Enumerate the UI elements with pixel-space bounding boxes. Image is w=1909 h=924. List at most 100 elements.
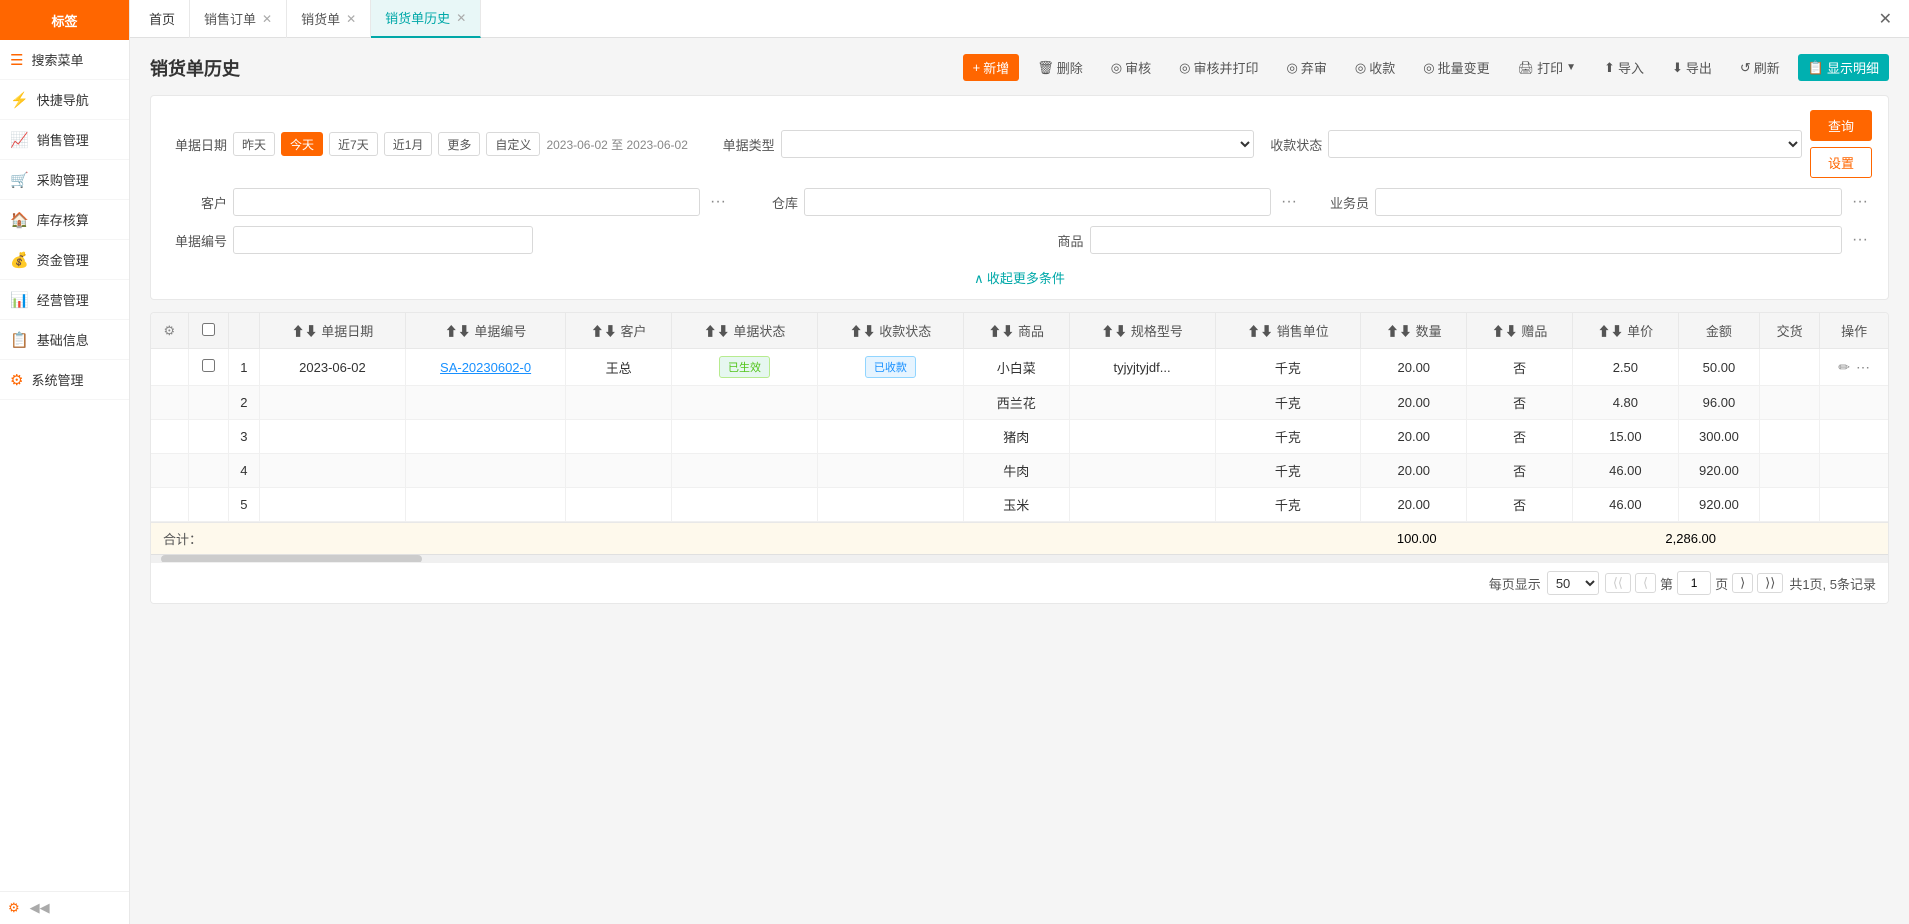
- docstatus-column-header[interactable]: ⬆⬇ 单据状态: [672, 313, 818, 349]
- collect-button[interactable]: ◎ 收款: [1345, 54, 1405, 81]
- sidebar-item-label: 采购管理: [37, 170, 89, 189]
- tab-close-sales-order[interactable]: ✕: [262, 12, 272, 26]
- goods-column-header[interactable]: ⬆⬇ 商品: [963, 313, 1069, 349]
- sidebar-collapse-icon[interactable]: ◀◀: [30, 900, 50, 916]
- review-button[interactable]: ◎ 审核: [1101, 54, 1161, 81]
- qty-cell: 20.00: [1361, 386, 1467, 420]
- sidebar-item-operations-mgmt[interactable]: 📊 经营管理: [0, 280, 129, 320]
- staff-dots-btn[interactable]: ···: [1848, 193, 1872, 211]
- type-select[interactable]: [781, 130, 1255, 158]
- sidebar-item-label: 经营管理: [37, 290, 89, 309]
- amount-column-header: 金额: [1678, 313, 1759, 349]
- row-checkbox-cell: [188, 386, 228, 420]
- customer-dots-btn[interactable]: ···: [706, 193, 730, 211]
- next-page-btn[interactable]: ⟩: [1732, 573, 1753, 593]
- sidebar-item-purchase-mgmt[interactable]: 🛒 采购管理: [0, 160, 129, 200]
- first-page-btn[interactable]: ⟨⟨: [1605, 573, 1631, 593]
- gear-column-header[interactable]: ⚙: [151, 313, 188, 349]
- paystatus-column-header[interactable]: ⬆⬇ 收款状态: [817, 313, 963, 349]
- gear-cell: [151, 349, 188, 386]
- sidebar-item-basic-info[interactable]: 📋 基础信息: [0, 320, 129, 360]
- prev-page-btn[interactable]: ⟨: [1635, 573, 1656, 593]
- table-row: 2 西兰花 千克 20.00 否 4.80 96.00: [151, 386, 1888, 420]
- select-all-checkbox[interactable]: [202, 323, 215, 336]
- price-column-header[interactable]: ⬆⬇ 单价: [1572, 313, 1678, 349]
- row-checkbox-cell: [188, 454, 228, 488]
- row-checkbox[interactable]: [202, 359, 215, 372]
- per-page-select[interactable]: 50 100 200: [1547, 571, 1599, 595]
- date-btn-yesterday[interactable]: 昨天: [233, 132, 275, 156]
- doc-no-input[interactable]: [233, 226, 533, 254]
- edit-icon[interactable]: ✏: [1838, 359, 1850, 376]
- tab-home[interactable]: 首页: [135, 0, 190, 38]
- inventory-icon: 🏠: [10, 211, 29, 229]
- filter-staff: 业务员 ···: [1309, 188, 1872, 216]
- docno-column-header[interactable]: ⬆⬇ 单据编号: [405, 313, 565, 349]
- print-button[interactable]: 🖨 打印 ▼: [1508, 54, 1586, 81]
- date-btn-7days[interactable]: 近7天: [329, 132, 378, 156]
- sidebar-item-sales-mgmt[interactable]: 📈 销售管理: [0, 120, 129, 160]
- date-btn-more[interactable]: 更多: [438, 132, 480, 156]
- tab-sales-invoice[interactable]: 销货单 ✕: [287, 0, 371, 38]
- import-button[interactable]: ⬆ 导入: [1594, 54, 1654, 81]
- unit-column-header[interactable]: ⬆⬇ 销售单位: [1215, 313, 1361, 349]
- review-print-button[interactable]: ◎ 审核并打印: [1169, 54, 1268, 81]
- pay-status-badge: 已收款: [865, 356, 916, 378]
- query-button[interactable]: 查询: [1810, 110, 1872, 141]
- export-button[interactable]: ⬇ 导出: [1662, 54, 1722, 81]
- settings-button[interactable]: 设置: [1810, 147, 1872, 178]
- sidebar-item-search-menu[interactable]: ☰ 搜索菜单: [0, 40, 129, 80]
- tab-close-sales-invoice[interactable]: ✕: [346, 12, 356, 26]
- goods-dots-btn[interactable]: ···: [1848, 231, 1872, 249]
- refresh-button[interactable]: ↺ 刷新: [1730, 54, 1790, 81]
- sidebar-item-label: 销售管理: [37, 130, 89, 149]
- sidebar-item-inventory[interactable]: 🏠 库存核算: [0, 200, 129, 240]
- qty-column-header[interactable]: ⬆⬇ 数量: [1361, 313, 1467, 349]
- page-input[interactable]: [1677, 571, 1711, 595]
- staff-input[interactable]: [1375, 188, 1842, 216]
- sidebar-item-finance-mgmt[interactable]: 💰 资金管理: [0, 240, 129, 280]
- warehouse-input[interactable]: [804, 188, 1271, 216]
- date-column-header[interactable]: ⬆⬇ 单据日期: [259, 313, 405, 349]
- more-icon[interactable]: ⋯: [1856, 359, 1870, 376]
- filter-right-buttons: 查询 设置: [1810, 110, 1872, 178]
- delete-button[interactable]: 🗑 删除: [1027, 54, 1093, 81]
- doc-no-link[interactable]: SA-20230602-0: [440, 360, 531, 375]
- warehouse-dots-btn[interactable]: ···: [1277, 193, 1301, 211]
- sidebar-settings-icon[interactable]: ⚙: [8, 900, 20, 916]
- last-page-btn[interactable]: ⟩⟩: [1757, 573, 1783, 593]
- spec-column-header[interactable]: ⬆⬇ 规格型号: [1069, 313, 1215, 349]
- batch-change-button[interactable]: ◎ 批量变更: [1413, 54, 1499, 81]
- price-cell: 2.50: [1572, 349, 1678, 386]
- tab-sales-history[interactable]: 销货单历史 ✕: [371, 0, 481, 38]
- filter-collapse-btn[interactable]: ∧ 收起更多条件: [167, 264, 1872, 291]
- abandon-button[interactable]: ◎ 弃审: [1277, 54, 1337, 81]
- refresh-icon: ↺: [1740, 60, 1751, 76]
- gift-column-header[interactable]: ⬆⬇ 赠品: [1467, 313, 1573, 349]
- tab-close-sales-history[interactable]: ✕: [456, 11, 466, 25]
- customer-column-header[interactable]: ⬆⬇ 客户: [566, 313, 672, 349]
- amount-cell: 96.00: [1678, 386, 1759, 420]
- window-close-btn[interactable]: ✕: [1867, 9, 1904, 29]
- sidebar-item-label: 快捷导航: [37, 90, 89, 109]
- sidebar-item-system-mgmt[interactable]: ⚙ 系统管理: [0, 360, 129, 400]
- goods-cell: 西兰花: [963, 386, 1069, 420]
- scrollbar-track[interactable]: [151, 554, 1888, 562]
- new-button[interactable]: + 新增: [963, 54, 1020, 81]
- customer-input[interactable]: [233, 188, 700, 216]
- pay-status-select[interactable]: [1328, 130, 1802, 158]
- date-btn-custom[interactable]: 自定义: [486, 132, 540, 156]
- filter-row-1: 单据日期 昨天 今天 近7天 近1月 更多 自定义 2023-06-02 至 2…: [167, 110, 1872, 178]
- date-btn-1month[interactable]: 近1月: [384, 132, 433, 156]
- sidebar-item-quick-nav[interactable]: ⚡ 快捷导航: [0, 80, 129, 120]
- goods-input[interactable]: [1090, 226, 1843, 254]
- qty-cell: 20.00: [1361, 454, 1467, 488]
- amount-cell: 920.00: [1678, 454, 1759, 488]
- date-btn-today[interactable]: 今天: [281, 132, 323, 156]
- delete-icon: 🗑: [1037, 60, 1054, 76]
- docstatus-cell: [672, 488, 818, 522]
- sidebar-item-label: 资金管理: [37, 250, 89, 269]
- show-detail-button[interactable]: 📋 显示明细: [1798, 54, 1889, 81]
- trade-cell: [1760, 349, 1820, 386]
- tab-sales-order[interactable]: 销售订单 ✕: [190, 0, 287, 38]
